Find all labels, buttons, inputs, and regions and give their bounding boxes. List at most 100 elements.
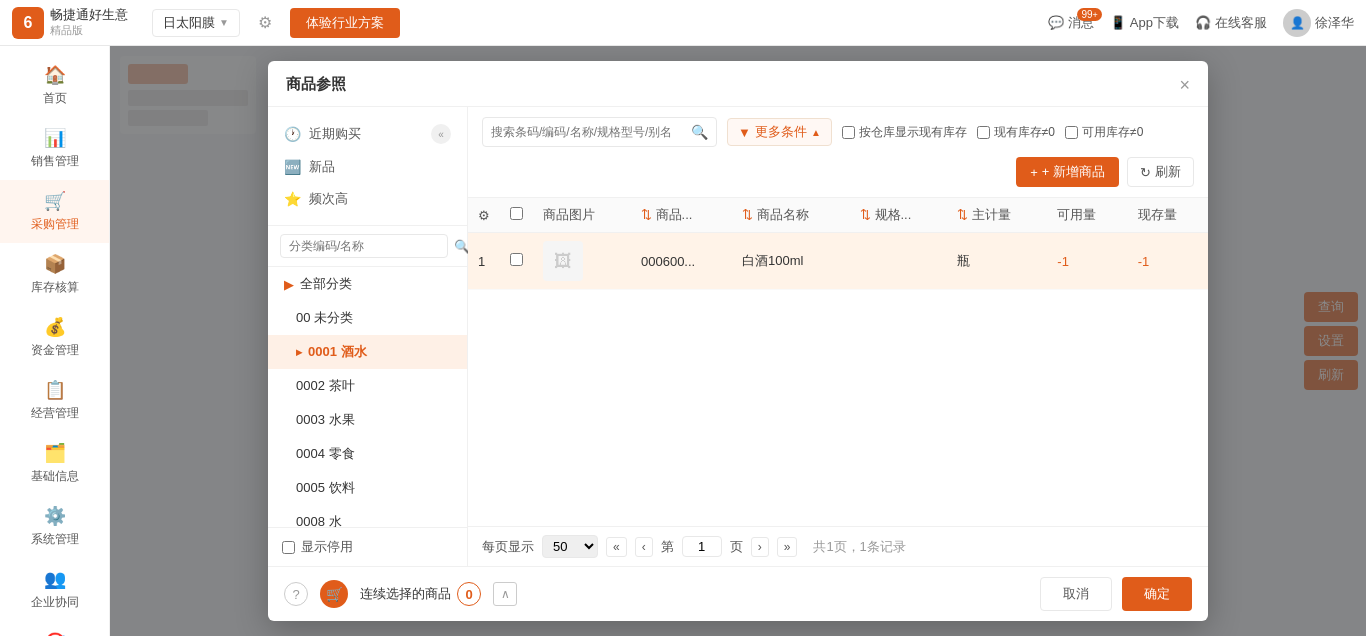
nav-messages[interactable]: 💬 消息 99+: [1048, 14, 1094, 32]
category-all[interactable]: ▶ 全部分类: [268, 267, 467, 301]
brand-text: 畅捷通好生意 精品版: [50, 7, 128, 38]
sidebar-item-purchase[interactable]: 🛒 采购管理: [0, 180, 109, 243]
page-total-info: 共1页，1条记录: [813, 538, 905, 556]
sidebar-item-inventory[interactable]: 📦 库存核算: [0, 243, 109, 306]
recent-item-recent-purchase[interactable]: 🕐 近期购买 «: [268, 117, 467, 151]
th-spec[interactable]: ⇅ 规格...: [850, 198, 947, 233]
sidebar-item-sales[interactable]: 📊 销售管理: [0, 117, 109, 180]
nav-selector[interactable]: 日太阳膜 ▼: [152, 9, 240, 37]
th-code[interactable]: ⇅ 商品...: [631, 198, 732, 233]
modal-overlay: 商品参照 × 🕐 近期购买 «: [110, 46, 1366, 636]
close-icon[interactable]: ×: [1179, 76, 1190, 94]
message-icon: 💬: [1048, 15, 1064, 30]
th-checkbox[interactable]: [500, 198, 533, 233]
sidebar-item-home[interactable]: 🏠 首页: [0, 54, 109, 117]
plus-icon: +: [1030, 165, 1038, 180]
nav-customer-service[interactable]: 🎧 在线客服: [1195, 14, 1267, 32]
last-page-btn[interactable]: »: [777, 537, 798, 557]
recent-item-frequent[interactable]: ⭐ 频次高: [268, 183, 467, 215]
category-liquor[interactable]: ▶ 0001 酒水: [268, 335, 467, 369]
recent-item-new[interactable]: 🆕 新品: [268, 151, 467, 183]
refresh-btn[interactable]: ↻ 刷新: [1127, 157, 1194, 187]
nav-user[interactable]: 👤 徐泽华: [1283, 9, 1354, 37]
star-icon: ⭐: [284, 191, 301, 207]
category-snack[interactable]: 0004 零食: [268, 437, 467, 471]
avatar: 👤: [1283, 9, 1311, 37]
more-filter-btn[interactable]: ▼ 更多条件 ▲: [727, 118, 832, 146]
sidebar-item-finance[interactable]: 💰 资金管理: [0, 306, 109, 369]
finance-icon: 💰: [44, 316, 66, 338]
top-nav: 6 畅捷通好生意 精品版 日太阳膜 ▼ ⚙ 体验行业方案 💬 消息 99+ 📱 …: [0, 0, 1366, 46]
page-input[interactable]: [682, 536, 722, 557]
th-available: 可用量: [1047, 198, 1127, 233]
available-nonzero-label[interactable]: 可用库存≠0: [1065, 124, 1143, 141]
help-icon[interactable]: ?: [284, 582, 308, 606]
sidebar-item-basic-info[interactable]: 🗂️ 基础信息: [0, 432, 109, 495]
available-nonzero-checkbox[interactable]: [1065, 126, 1078, 139]
category-beverage[interactable]: 0005 饮料: [268, 471, 467, 505]
warehouse-display-checkbox[interactable]: [842, 126, 855, 139]
expand-icon: ▶: [284, 277, 294, 292]
product-table: ⚙ 商品图片 ⇅ 商品... ⇅ 商品名称: [468, 198, 1208, 290]
stock-nonzero-checkbox[interactable]: [977, 126, 990, 139]
footer-right: 取消 确定: [1040, 577, 1192, 611]
sidebar-item-operations[interactable]: 📋 经营管理: [0, 369, 109, 432]
product-ref-modal: 商品参照 × 🕐 近期购买 «: [268, 61, 1208, 621]
cart-icon[interactable]: 🛒: [320, 580, 348, 608]
show-disabled-label[interactable]: 显示停用: [301, 538, 353, 556]
th-stock: 现存量: [1128, 198, 1208, 233]
settings-icon[interactable]: ⚙: [250, 8, 280, 38]
chevron-down-icon: ▼: [219, 17, 229, 28]
logo-area: 6 畅捷通好生意 精品版: [12, 7, 142, 39]
product-search-btn[interactable]: 🔍: [683, 124, 716, 140]
warehouse-display-label[interactable]: 按仓库显示现有库存: [842, 124, 967, 141]
sidebar-item-guide[interactable]: 🎯 新手引导: [0, 621, 109, 636]
sort-icon: ⇅: [641, 207, 652, 222]
consecutive-label: 连续选择的商品: [360, 585, 451, 603]
nav-app-download[interactable]: 📱 App下载: [1110, 14, 1179, 32]
td-code: 000600...: [631, 233, 732, 290]
td-seq: 1: [468, 233, 500, 290]
th-unit[interactable]: ⇅ 主计量: [947, 198, 1047, 233]
pagination: 每页显示 20 50 100 « ‹ 第 页 ›: [468, 526, 1208, 566]
row-checkbox[interactable]: [510, 253, 523, 266]
per-page-select[interactable]: 20 50 100: [542, 535, 598, 558]
product-search-input[interactable]: [483, 125, 683, 139]
show-disabled-checkbox[interactable]: [282, 541, 295, 554]
add-product-btn[interactable]: + + 新增商品: [1016, 157, 1119, 187]
sidebar-item-collab[interactable]: 👥 企业协同: [0, 558, 109, 621]
sidebar-item-system[interactable]: ⚙️ 系统管理: [0, 495, 109, 558]
td-check[interactable]: [500, 233, 533, 290]
modal-header: 商品参照 ×: [268, 61, 1208, 107]
td-available: -1: [1047, 233, 1127, 290]
category-fruit[interactable]: 0003 水果: [268, 403, 467, 437]
next-page-btn[interactable]: ›: [751, 537, 769, 557]
category-tea[interactable]: 0002 茶叶: [268, 369, 467, 403]
cancel-btn[interactable]: 取消: [1040, 577, 1112, 611]
sort-spec-icon: ⇅: [860, 207, 871, 222]
confirm-btn[interactable]: 确定: [1122, 577, 1192, 611]
modal-toolbar: 🔍 ▼ 更多条件 ▲ 按仓库显示现有库存: [468, 107, 1208, 198]
recent-items: 🕐 近期购买 « 🆕 新品 ⭐ 频次高: [268, 107, 467, 226]
guide-icon: 🎯: [44, 631, 66, 636]
sort-unit-icon: ⇅: [957, 207, 968, 222]
category-search-input[interactable]: [280, 234, 448, 258]
purchase-icon: 🛒: [44, 190, 66, 212]
select-all-checkbox[interactable]: [510, 207, 523, 220]
consecutive-count: 0: [457, 582, 481, 606]
page-content: 查询 设置 刷新 商品参照 × 🕐: [110, 46, 1366, 636]
th-name[interactable]: ⇅ 商品名称: [732, 198, 850, 233]
category-uncategorized[interactable]: 00 未分类: [268, 301, 467, 335]
modal-left-footer: 显示停用: [268, 527, 467, 566]
td-unit: 瓶: [947, 233, 1047, 290]
exp-btn[interactable]: 体验行业方案: [290, 8, 400, 38]
collapse-left-icon[interactable]: «: [431, 124, 451, 144]
prev-page-btn[interactable]: ‹: [635, 537, 653, 557]
stock-nonzero-label[interactable]: 现有库存≠0: [977, 124, 1055, 141]
category-water[interactable]: 0008 水: [268, 505, 467, 527]
first-page-btn[interactable]: «: [606, 537, 627, 557]
footer-collapse-icon[interactable]: ∧: [493, 582, 517, 606]
th-gear[interactable]: ⚙: [468, 198, 500, 233]
modal-right-panel: 🔍 ▼ 更多条件 ▲ 按仓库显示现有库存: [468, 107, 1208, 566]
table-row[interactable]: 1 🖼 000600... 白酒100ml 瓶: [468, 233, 1208, 290]
